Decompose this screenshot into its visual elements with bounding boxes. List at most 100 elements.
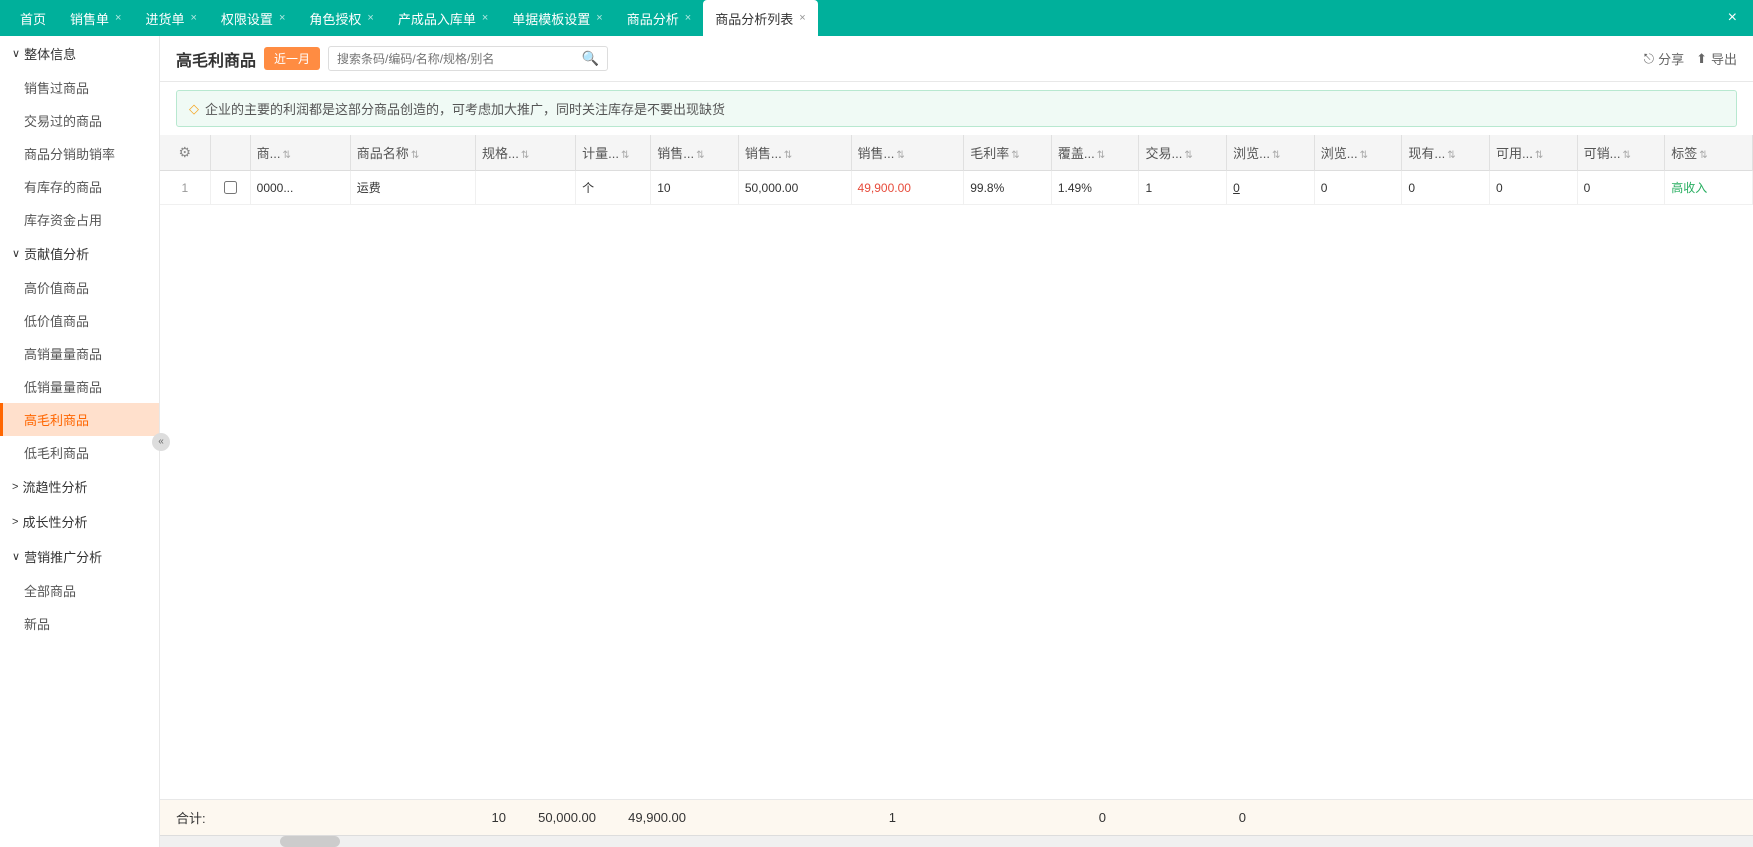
- tab-close-product-analysis-list[interactable]: ×: [799, 12, 805, 24]
- cell-trade-0: 1: [1139, 171, 1227, 205]
- tab-auth-settings[interactable]: 权限设置×: [209, 0, 297, 36]
- sidebar-item-low-sales-vol[interactable]: 低销量量商品: [0, 370, 159, 403]
- th-label-trade: 交易...: [1145, 146, 1182, 161]
- footer-trade: 1: [826, 810, 896, 825]
- sidebar-item-analysis-rate[interactable]: 商品分销助销率: [0, 137, 159, 170]
- sidebar-wrapper: ∨整体信息销售过商品交易过的商品商品分销助销率有库存的商品库存资金占用∨贡献值分…: [0, 36, 160, 847]
- share-button[interactable]: ⎋ 分享: [1644, 49, 1684, 68]
- cell-browse1-0: 0: [1227, 171, 1315, 205]
- sort-icon-browse1: ⇅: [1272, 150, 1280, 161]
- sidebar-item-high-value[interactable]: 高价值商品: [0, 271, 159, 304]
- table-wrap: ⚙商...⇅商品名称⇅规格...⇅计量...⇅销售...⇅销售...⇅销售...…: [160, 135, 1753, 799]
- tab-role-auth[interactable]: 角色授权×: [297, 0, 385, 36]
- search-input[interactable]: [337, 52, 582, 66]
- sidebar-group-financial[interactable]: ∨贡献值分析: [0, 236, 159, 271]
- th-name[interactable]: 商品名称⇅: [350, 135, 475, 171]
- data-table: ⚙商...⇅商品名称⇅规格...⇅计量...⇅销售...⇅销售...⇅销售...…: [160, 135, 1753, 205]
- sort-icon-name: ⇅: [411, 150, 419, 161]
- tab-product-analysis-list[interactable]: 商品分析列表×: [703, 0, 817, 36]
- th-browse2[interactable]: 浏览...⇅: [1314, 135, 1402, 171]
- th-spec[interactable]: 规格...⇅: [475, 135, 575, 171]
- tab-purchase[interactable]: 进货单×: [133, 0, 208, 36]
- sidebar-group-growth[interactable]: >成长性分析: [0, 504, 159, 539]
- th-stock-avail[interactable]: 可用...⇅: [1489, 135, 1577, 171]
- sidebar-item-new-goods[interactable]: 新品: [0, 607, 159, 640]
- th-code[interactable]: 商...⇅: [250, 135, 350, 171]
- sidebar-collapse-button[interactable]: «: [152, 433, 170, 451]
- sidebar-item-stocked-goods[interactable]: 有库存的商品: [0, 170, 159, 203]
- cell-check-0[interactable]: [210, 171, 250, 205]
- sidebar-item-high-margin[interactable]: 高毛利商品: [0, 403, 159, 436]
- th-trade[interactable]: 交易...⇅: [1139, 135, 1227, 171]
- th-tag[interactable]: 标签⇅: [1665, 135, 1753, 171]
- tab-close-auth-settings[interactable]: ×: [279, 12, 285, 24]
- th-label-spec: 规格...: [482, 146, 519, 161]
- sidebar-item-all-goods[interactable]: 全部商品: [0, 574, 159, 607]
- th-check: [210, 135, 250, 171]
- sidebar-group-trend[interactable]: >流趋性分析: [0, 469, 159, 504]
- th-sales-qty[interactable]: 销售...⇅: [651, 135, 739, 171]
- tab-template-settings[interactable]: 单据模板设置×: [500, 0, 614, 36]
- sidebar-group-marketing[interactable]: ∨ 营销推广分析: [0, 539, 159, 574]
- tab-product-entry[interactable]: 产成品入库单×: [386, 0, 500, 36]
- top-navigation: 首页销售单×进货单×权限设置×角色授权×产成品入库单×单据模板设置×商品分析×商…: [0, 0, 1753, 36]
- tab-close-product-analysis[interactable]: ×: [685, 12, 691, 24]
- info-banner-text: 企业的主要的利润都是这部分商品创造的，可考虑加大推广，同时关注库存是不要出现缺货: [205, 99, 725, 118]
- tab-close-role-auth[interactable]: ×: [367, 12, 373, 24]
- sidebar-item-stock-ratio[interactable]: 库存资金占用: [0, 203, 159, 236]
- tab-product-analysis[interactable]: 商品分析×: [615, 0, 703, 36]
- sidebar: ∨整体信息销售过商品交易过的商品商品分销助销率有库存的商品库存资金占用∨贡献值分…: [0, 36, 160, 847]
- scroll-thumb[interactable]: [280, 836, 340, 847]
- tab-close-product-entry[interactable]: ×: [482, 12, 488, 24]
- th-label-code: 商...: [257, 146, 281, 161]
- tab-close-sales-order[interactable]: ×: [115, 12, 121, 24]
- tab-home[interactable]: 首页: [8, 0, 58, 36]
- th-unit[interactable]: 计量...⇅: [576, 135, 651, 171]
- info-banner: ◇ 企业的主要的利润都是这部分商品创造的，可考虑加大推广，同时关注库存是不要出现…: [176, 90, 1737, 127]
- col-settings[interactable]: ⚙: [160, 135, 210, 171]
- footer-sales-qty: 10: [436, 810, 506, 825]
- sort-icon-cover: ⇅: [1097, 150, 1105, 161]
- tab-close-template-settings[interactable]: ×: [596, 12, 602, 24]
- search-icon[interactable]: 🔍: [582, 50, 599, 67]
- footer-total: 合计: 10 50,000.00 49,900.00 1 0 0: [160, 799, 1753, 835]
- th-label-tag: 标签: [1671, 146, 1697, 161]
- th-sales-amt[interactable]: 销售...⇅: [738, 135, 851, 171]
- sort-icon-tag: ⇅: [1699, 150, 1707, 161]
- th-browse1[interactable]: 浏览...⇅: [1227, 135, 1315, 171]
- sidebar-item-sales-goods[interactable]: 销售过商品: [0, 71, 159, 104]
- th-gross-rate[interactable]: 毛利率⇅: [964, 135, 1052, 171]
- cell-stock-sale-0: 0: [1577, 171, 1665, 205]
- th-sales-cost[interactable]: 销售...⇅: [851, 135, 964, 171]
- sidebar-group-overall[interactable]: ∨整体信息: [0, 36, 159, 71]
- group-label-trend: 流趋性分析: [22, 477, 87, 496]
- th-cover[interactable]: 覆盖...⇅: [1051, 135, 1139, 171]
- tab-sales-order[interactable]: 销售单×: [58, 0, 133, 36]
- settings-icon[interactable]: ⚙: [179, 144, 192, 160]
- row-checkbox-0[interactable]: [224, 181, 237, 194]
- sort-icon-unit: ⇅: [621, 150, 629, 161]
- sidebar-item-low-value[interactable]: 低价值商品: [0, 304, 159, 337]
- sort-icon-stock-cur: ⇅: [1447, 150, 1455, 161]
- table-header: ⚙商...⇅商品名称⇅规格...⇅计量...⇅销售...⇅销售...⇅销售...…: [160, 135, 1753, 171]
- group-arrow-growth: >: [12, 516, 18, 528]
- th-label-stock-sale: 可销...: [1584, 146, 1621, 161]
- sort-icon-trade: ⇅: [1184, 150, 1192, 161]
- tab-close-purchase[interactable]: ×: [190, 12, 196, 24]
- sidebar-item-low-margin[interactable]: 低毛利商品: [0, 436, 159, 469]
- th-stock-cur[interactable]: 现有...⇅: [1402, 135, 1490, 171]
- horizontal-scrollbar[interactable]: [160, 835, 1753, 847]
- sidebar-item-high-sales-vol[interactable]: 高销量量商品: [0, 337, 159, 370]
- th-label-browse1: 浏览...: [1233, 146, 1270, 161]
- group-arrow-marketing: ∨: [12, 550, 20, 563]
- table-row: 10000...运费个1050,000.0049,900.0099.8%1.49…: [160, 171, 1753, 205]
- export-button[interactable]: ⬆ 导出: [1696, 49, 1737, 68]
- time-filter-button[interactable]: 近一月: [264, 47, 320, 70]
- th-label-stock-avail: 可用...: [1496, 146, 1533, 161]
- sort-icon-stock-avail: ⇅: [1535, 150, 1543, 161]
- sidebar-item-traded-goods[interactable]: 交易过的商品: [0, 104, 159, 137]
- th-label-sales-amt: 销售...: [745, 146, 782, 161]
- group-label-marketing: 营销推广分析: [24, 547, 102, 566]
- th-stock-sale[interactable]: 可销...⇅: [1577, 135, 1665, 171]
- window-close-button[interactable]: ×: [1720, 9, 1745, 27]
